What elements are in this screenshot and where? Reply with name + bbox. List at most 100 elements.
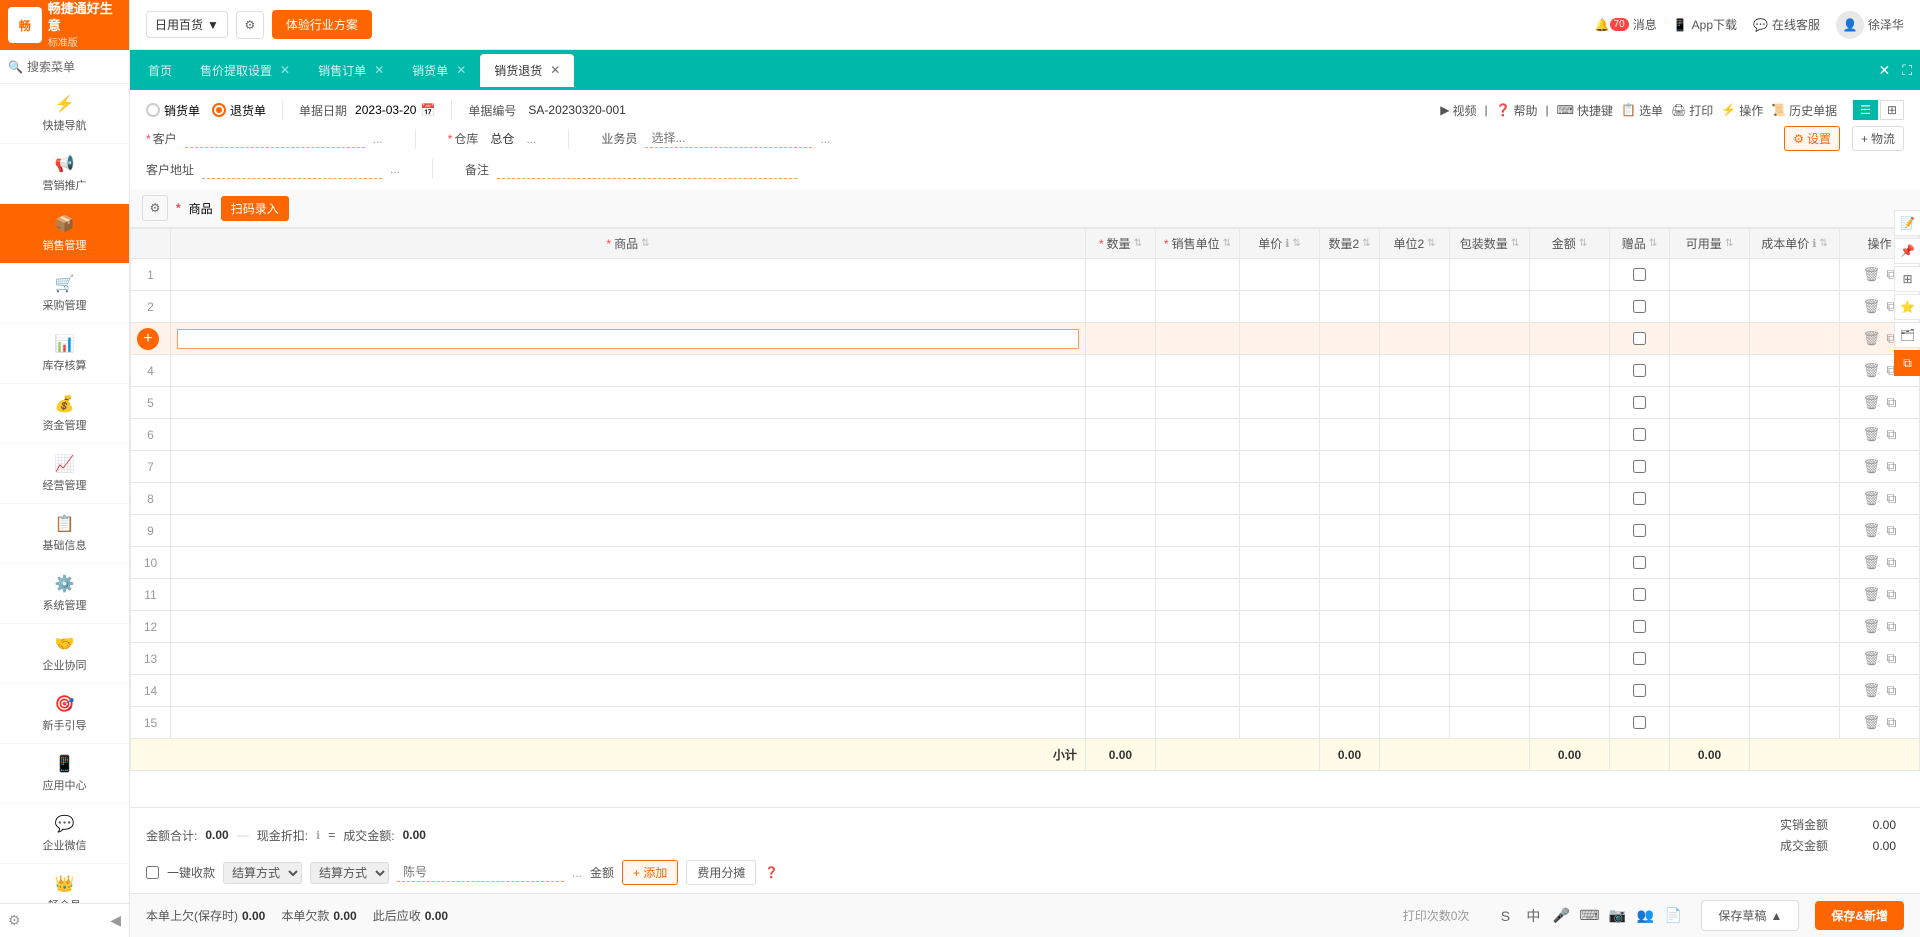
tab-sales-delivery[interactable]: 销货单 ✕ <box>398 54 480 87</box>
list-view-btn[interactable]: ⊞ <box>1880 100 1904 120</box>
right-panel-btn-2[interactable]: 📌 <box>1894 238 1920 264</box>
history-btn[interactable]: 📜 历史单据 <box>1771 102 1837 119</box>
print-btn[interactable]: 🖨 打印 <box>1671 102 1713 119</box>
row-price-2[interactable] <box>1240 291 1320 323</box>
calendar-icon[interactable]: 📅 <box>420 103 435 117</box>
delete-row-1[interactable]: 🗑 <box>1863 266 1881 283</box>
tool-icon-2[interactable]: 中 <box>1521 904 1545 928</box>
th-amount[interactable]: 金额 ⇅ <box>1530 229 1610 259</box>
gift-cb-4[interactable] <box>1633 364 1646 377</box>
row-cost-2[interactable] <box>1750 291 1840 323</box>
gift-cb-2[interactable] <box>1633 300 1646 313</box>
row-price-3[interactable] <box>1240 323 1320 355</box>
action-btn[interactable]: ⚡ 操作 <box>1721 102 1763 119</box>
th-qty[interactable]: * 数量 ⇅ <box>1085 229 1155 259</box>
online-service-btn[interactable]: 💬 在线客服 <box>1753 16 1820 33</box>
sidebar-item-member[interactable]: 👑 畅会员 <box>0 864 129 903</box>
right-panel-btn-4[interactable]: ⭐ <box>1894 294 1920 320</box>
warehouse-ellipsis[interactable]: ... <box>526 132 536 146</box>
scan-input-btn[interactable]: 扫码录入 <box>221 196 289 221</box>
tool-icon-5[interactable]: 📷 <box>1605 904 1629 928</box>
tab-home[interactable]: 首页 <box>134 54 186 87</box>
row-pack-2[interactable] <box>1450 291 1530 323</box>
notification-btn[interactable]: 🔔 70 消息 <box>1595 16 1657 33</box>
right-panel-btn-3[interactable]: ⊞ <box>1894 266 1920 292</box>
grid-view-btn[interactable]: ☰ <box>1853 100 1878 120</box>
row-amount-1[interactable] <box>1530 259 1610 291</box>
radio-return[interactable]: 退货单 <box>212 102 266 119</box>
th-gift[interactable]: 赠品 ⇅ <box>1610 229 1670 259</box>
tool-icon-4[interactable]: ⌨ <box>1577 904 1601 928</box>
app-download-btn[interactable]: 📱 App下载 <box>1673 16 1737 33</box>
salesperson-input[interactable] <box>645 129 812 148</box>
row-gift-4[interactable] <box>1610 355 1670 387</box>
right-panel-btn-6[interactable]: ⧉ <box>1894 350 1920 376</box>
tab-sales-return[interactable]: 销货退货 ✕ <box>480 54 574 87</box>
calc-method-select[interactable]: 结算方式 <box>310 862 389 884</box>
row-product-5[interactable] <box>171 387 1086 419</box>
row-amount-4[interactable] <box>1530 355 1610 387</box>
row-product-3[interactable] <box>171 323 1086 355</box>
th-qty2[interactable]: 数量2 ⇅ <box>1320 229 1380 259</box>
logistics-btn[interactable]: + 物流 <box>1852 126 1904 151</box>
add-row-btn[interactable]: + <box>137 328 159 350</box>
row-unit-2[interactable] <box>1155 291 1239 323</box>
row-qty2-1[interactable] <box>1320 259 1380 291</box>
fee-split-btn[interactable]: 费用分摊 <box>686 860 756 885</box>
row-cost-3[interactable] <box>1750 323 1840 355</box>
settings-gear-icon[interactable]: ⚙ <box>8 912 21 929</box>
row-pack-4[interactable] <box>1450 355 1530 387</box>
row-unit-4[interactable] <box>1155 355 1239 387</box>
tab-sales-order-close[interactable]: ✕ <box>374 63 384 77</box>
select-order-btn[interactable]: 📋 选单 <box>1621 102 1663 119</box>
row-product-1[interactable] <box>171 259 1086 291</box>
row-unit2-3[interactable] <box>1380 323 1450 355</box>
sidebar-item-finance[interactable]: 💰 资金管理 <box>0 384 129 444</box>
sidebar-item-shortcuts[interactable]: ⚡ 快捷导航 <box>0 84 129 144</box>
tab-price-settings-close[interactable]: ✕ <box>280 63 290 77</box>
table-settings-btn[interactable]: ⚙ <box>142 195 168 221</box>
date-field[interactable]: 2023-03-20 📅 <box>355 103 435 117</box>
row-qty2-2[interactable] <box>1320 291 1380 323</box>
tool-icon-1[interactable]: S <box>1493 904 1517 928</box>
row-pack-1[interactable] <box>1450 259 1530 291</box>
th-cost[interactable]: 成本单价 ℹ ⇅ <box>1750 229 1840 259</box>
th-cost-info[interactable]: ℹ <box>1812 237 1816 250</box>
address-ellipsis[interactable]: ... <box>390 162 400 176</box>
collect-ellipsis[interactable]: ... <box>572 866 582 880</box>
row-cost-4[interactable] <box>1750 355 1840 387</box>
th-price[interactable]: 单价 ℹ ⇅ <box>1240 229 1320 259</box>
row-avail-4[interactable] <box>1670 355 1750 387</box>
salesperson-ellipsis[interactable]: ... <box>820 132 830 146</box>
save-draft-btn[interactable]: 保存草稿 ▲ <box>1701 900 1799 931</box>
row-unit2-2[interactable] <box>1380 291 1450 323</box>
fee-split-info[interactable]: ❓ <box>764 866 778 879</box>
collect-no-input[interactable] <box>397 863 564 882</box>
copy-row-5[interactable]: ⧉ <box>1886 394 1896 411</box>
row-qty-3[interactable] <box>1085 323 1155 355</box>
customer-input[interactable] <box>185 129 365 148</box>
one-click-collect-cb[interactable] <box>146 866 159 879</box>
row-pack-3[interactable] <box>1450 323 1530 355</box>
row-unit-3[interactable] <box>1155 323 1239 355</box>
sidebar-item-newbie[interactable]: 🎯 新手引导 <box>0 684 129 744</box>
row-avail-3[interactable] <box>1670 323 1750 355</box>
th-unit2[interactable]: 单位2 ⇅ <box>1380 229 1450 259</box>
cash-discount-info[interactable]: ℹ <box>316 829 320 842</box>
th-pack[interactable]: 包装数量 ⇅ <box>1450 229 1530 259</box>
sidebar-item-inventory[interactable]: 📊 库存核算 <box>0 324 129 384</box>
row-product-2[interactable] <box>171 291 1086 323</box>
row-price-1[interactable] <box>1240 259 1320 291</box>
sidebar-item-marketing[interactable]: 📢 营销推广 <box>0 144 129 204</box>
sidebar-item-purchase[interactable]: 🛒 采购管理 <box>0 264 129 324</box>
radio-delivery[interactable]: 销货单 <box>146 102 200 119</box>
row-gift-3[interactable] <box>1610 323 1670 355</box>
video-btn[interactable]: ▶ 视频 <box>1440 102 1476 119</box>
right-panel-btn-5[interactable]: 🗂 <box>1894 322 1920 348</box>
th-product[interactable]: * 商品 ⇅ <box>171 229 1086 259</box>
sidebar-item-operations[interactable]: 📈 经营管理 <box>0 444 129 504</box>
gift-cb-3[interactable] <box>1633 332 1646 345</box>
industry-select[interactable]: 日用百货 ▼ <box>146 11 228 38</box>
row-amount-2[interactable] <box>1530 291 1610 323</box>
topbar-gear-btn[interactable]: ⚙ <box>236 11 264 39</box>
